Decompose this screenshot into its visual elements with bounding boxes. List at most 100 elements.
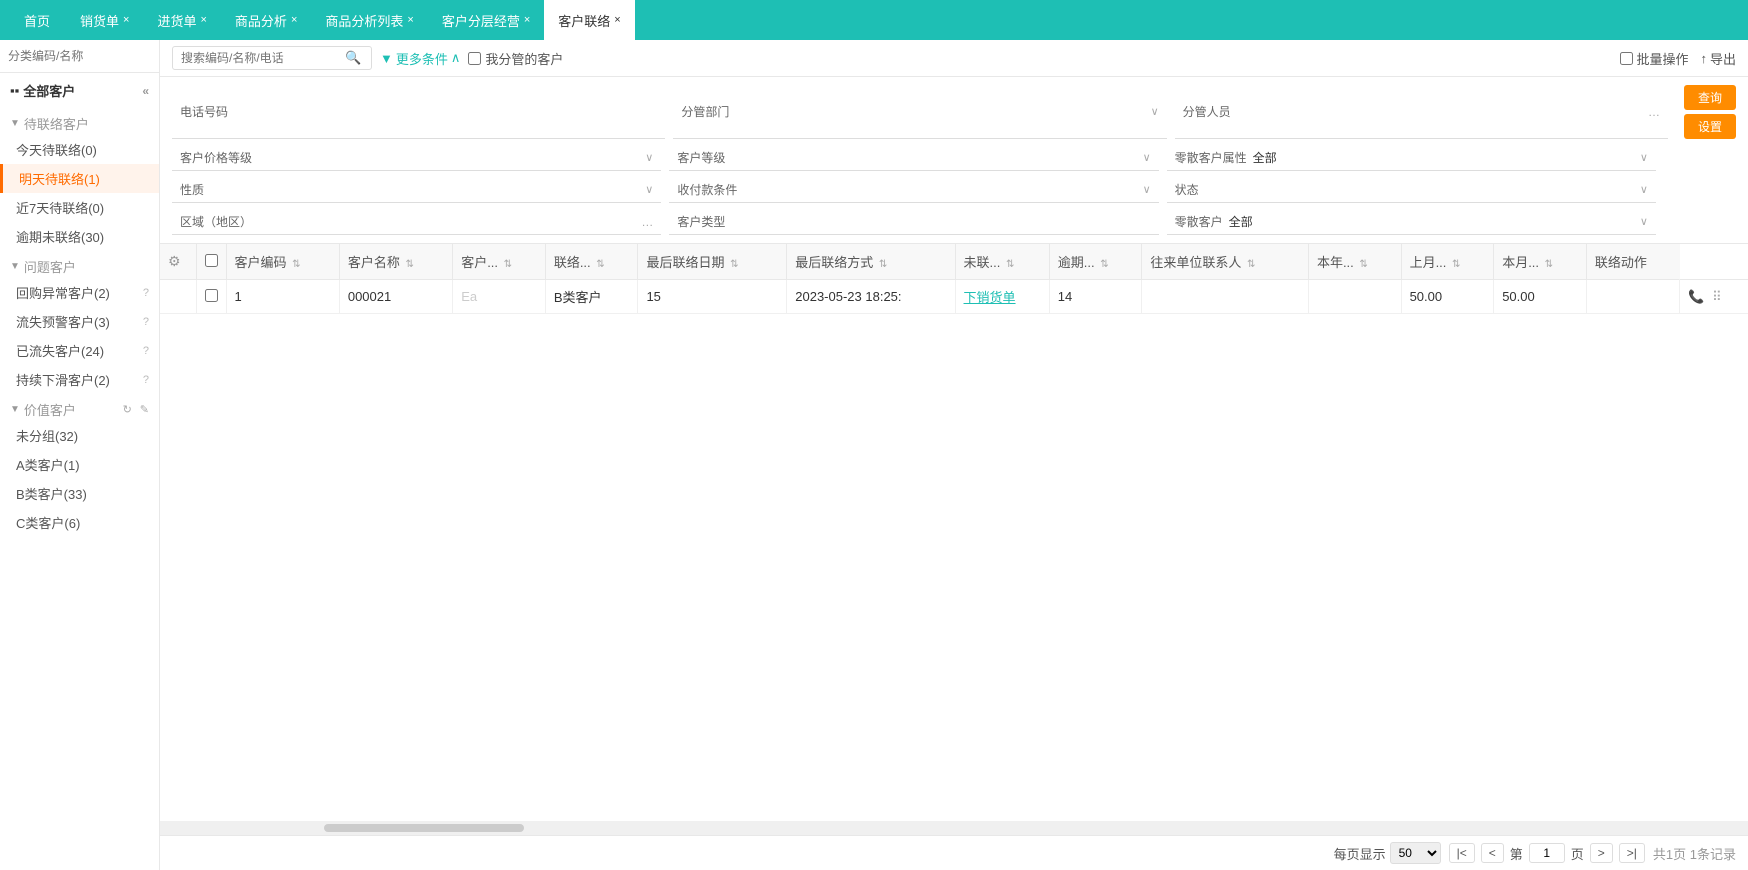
col-last-method: 最后联络方式 ⇅	[787, 244, 955, 280]
search-input[interactable]	[181, 51, 341, 65]
chevron-down-icon8[interactable]: ∨	[1640, 215, 1648, 228]
sidebar-item-week[interactable]: 近7天待联络(0)	[0, 193, 159, 222]
sidebar-item-overdue-contact[interactable]: 逾期未联络(30)	[0, 222, 159, 251]
sidebar-all-customers[interactable]: ▪▪ 全部客户 «	[0, 73, 159, 108]
sort-icon-last-month[interactable]: ⇅	[1452, 259, 1460, 270]
col-gear: ⚙	[160, 244, 196, 280]
nav-customer-contact[interactable]: 客户联络 ×	[544, 0, 634, 40]
filter-actions: 批量操作 ↑ 导出	[1620, 49, 1736, 68]
sidebar-search-input[interactable]	[8, 49, 160, 63]
chevron-down-icon4[interactable]: ∨	[1640, 151, 1648, 164]
prev-page-btn[interactable]: <	[1481, 843, 1504, 863]
search-icon[interactable]: 🔍	[345, 50, 361, 66]
sort-icon-last-method[interactable]: ⇅	[879, 259, 887, 270]
sidebar-item-tomorrow[interactable]: 明天待联络(1)	[0, 164, 159, 193]
query-button[interactable]: 查询	[1684, 85, 1736, 110]
sidebar-group-pending[interactable]: ▼ 待联络客户	[0, 108, 159, 135]
sidebar-item-classA[interactable]: A类客户(1)	[0, 450, 159, 479]
nav-sales-close[interactable]: ×	[123, 14, 129, 26]
sidebar-item-churned[interactable]: 已流失客户(24) ?	[0, 336, 159, 365]
extended-filter: 电话号码 分管部门 ∨ 分管人员 … 查询 设置 客户价格等级	[160, 77, 1748, 244]
col-checkbox	[196, 244, 226, 280]
nav-purchase-close[interactable]: ×	[200, 14, 206, 26]
per-page-select[interactable]: 50 100 200	[1390, 842, 1441, 864]
chevron-down-icon[interactable]: ∨	[1151, 105, 1159, 118]
sidebar-item-classB[interactable]: B类客户(33)	[0, 479, 159, 508]
first-page-btn[interactable]: |<	[1449, 843, 1475, 863]
sort-icon-contact-person[interactable]: ⇅	[1247, 259, 1255, 270]
sidebar-group-problem[interactable]: ▼ 问题客户	[0, 251, 159, 278]
chevron-down-icon5[interactable]: ∨	[645, 183, 653, 196]
help-icon[interactable]: ?	[143, 287, 149, 299]
sort-icon-type[interactable]: ⇅	[504, 259, 512, 270]
chevron-down-icon6[interactable]: ∨	[1143, 183, 1151, 196]
filter-scatter-customer: 零散客户 全部 ∨	[1167, 209, 1656, 235]
sidebar-item-repurchase[interactable]: 回购异常客户(2) ?	[0, 278, 159, 307]
next-page-btn[interactable]: >	[1590, 843, 1613, 863]
sidebar-item-declining[interactable]: 持续下滑客户(2) ?	[0, 365, 159, 394]
dots-icon[interactable]: …	[1648, 105, 1660, 119]
table-row: 1 000021 Ea B类客户 15 2023-05-23 18:25: 下销…	[160, 280, 1748, 314]
chevron-down-icon7[interactable]: ∨	[1640, 183, 1648, 196]
sidebar-item-classC[interactable]: C类客户(6)	[0, 508, 159, 537]
col-last-date: 最后联络日期 ⇅	[638, 244, 787, 280]
page-input[interactable]	[1529, 843, 1565, 863]
sort-icon-contacts[interactable]: ⇅	[596, 259, 604, 270]
sort-icon-not-contacted[interactable]: ⇅	[1006, 259, 1014, 270]
nav-home[interactable]: 首页	[8, 0, 66, 40]
gear-icon[interactable]: ⚙	[168, 253, 181, 269]
batch-action-btn[interactable]: 批量操作	[1620, 49, 1688, 68]
help-icon2[interactable]: ?	[143, 316, 149, 328]
filter-scatter-attr: 零散客户属性 全部 ∨	[1167, 145, 1656, 171]
nav-analysis-list[interactable]: 商品分析列表 ×	[311, 0, 427, 40]
col-name: 客户名称 ⇅	[339, 244, 452, 280]
scroll-thumb[interactable]	[324, 824, 524, 832]
action-phone-icon[interactable]: 📞	[1688, 289, 1704, 304]
help-icon3[interactable]: ?	[143, 345, 149, 357]
export-btn[interactable]: ↑ 导出	[1700, 49, 1736, 68]
horizontal-scrollbar[interactable]	[160, 821, 1748, 835]
sidebar-item-churn-warning[interactable]: 流失预警客户(3) ?	[0, 307, 159, 336]
export-icon: ↑	[1700, 51, 1707, 66]
content-area: 🔍 ▼ 更多条件 ∧ 我分管的客户 批量操作 ↑ 导出	[160, 40, 1748, 870]
sidebar-group-value[interactable]: ▼ 价值客户 ↻ ✎	[0, 394, 159, 421]
sidebar-item-ungrouped[interactable]: 未分组(32)	[0, 421, 159, 450]
sort-icon-this-month[interactable]: ⇅	[1545, 259, 1553, 270]
col-overdue: 逾期... ⇅	[1049, 244, 1142, 280]
last-page-btn[interactable]: >|	[1619, 843, 1645, 863]
my-customers-checkbox[interactable]: 我分管的客户	[468, 49, 563, 68]
dots-icon2[interactable]: …	[641, 215, 653, 229]
edit-icon[interactable]: ✎	[140, 403, 149, 416]
nav-customer-layer-close[interactable]: ×	[524, 14, 530, 26]
row-checkbox[interactable]	[205, 289, 218, 302]
sidebar-collapse-icon[interactable]: «	[142, 84, 149, 98]
nav-analysis[interactable]: 商品分析 ×	[221, 0, 311, 40]
nav-customer-contact-close[interactable]: ×	[614, 14, 620, 26]
table-area: ⚙ 客户编码 ⇅ 客户名称 ⇅	[160, 244, 1748, 821]
action-grid-icon[interactable]: ⠿	[1712, 289, 1722, 304]
help-icon4[interactable]: ?	[143, 374, 149, 386]
nav-customer-layer[interactable]: 客户分层经营 ×	[428, 0, 544, 40]
chevron-down-icon3[interactable]: ∨	[1143, 151, 1151, 164]
more-conditions-btn[interactable]: ▼ 更多条件 ∧	[380, 49, 460, 68]
nav-analysis-list-close[interactable]: ×	[407, 14, 413, 26]
select-all-checkbox[interactable]	[205, 254, 218, 267]
sort-icon-name[interactable]: ⇅	[405, 259, 413, 270]
sort-icon-overdue[interactable]: ⇅	[1100, 259, 1108, 270]
nav-analysis-close[interactable]: ×	[291, 14, 297, 26]
last-method-link[interactable]: 下销货单	[964, 290, 1016, 305]
my-customers-check[interactable]	[468, 52, 481, 65]
nav-purchase[interactable]: 进货单 ×	[143, 0, 220, 40]
sort-icon-this-year[interactable]: ⇅	[1359, 259, 1367, 270]
col-contacts: 联络... ⇅	[545, 244, 638, 280]
nav-sales[interactable]: 销货单 ×	[66, 0, 143, 40]
filter-price-level: 客户价格等级 ∨	[172, 145, 661, 171]
sidebar-item-today[interactable]: 今天待联络(0)	[0, 135, 159, 164]
refresh-icon[interactable]: ↻	[123, 403, 132, 416]
chevron-down-icon2[interactable]: ∨	[645, 151, 653, 164]
filter-status: 状态 ∨	[1167, 177, 1656, 203]
settings-button[interactable]: 设置	[1684, 114, 1736, 139]
sort-icon-last-date[interactable]: ⇅	[730, 259, 738, 270]
batch-check[interactable]	[1620, 52, 1633, 65]
sort-icon-code[interactable]: ⇅	[292, 259, 300, 270]
